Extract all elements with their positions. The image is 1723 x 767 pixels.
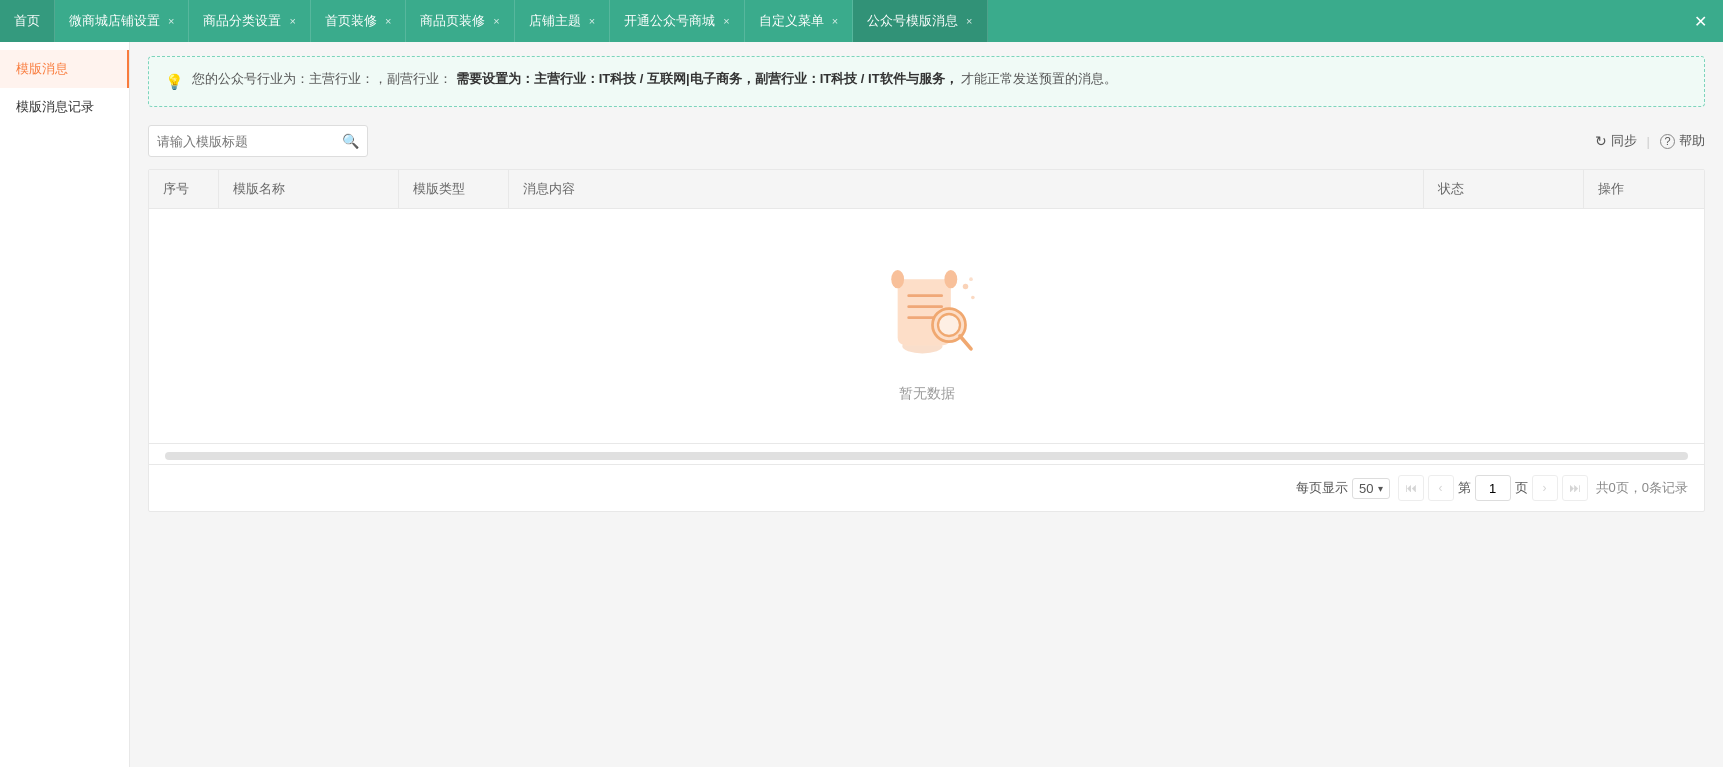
search-toolbar: 🔍 ↻ 同步 | ? 帮助: [148, 125, 1705, 157]
sidebar-item-template-msg-label: 模版消息: [16, 61, 68, 76]
empty-text: 暂无数据: [899, 385, 955, 403]
empty-state: 暂无数据: [149, 209, 1704, 443]
close-tab-theme[interactable]: ×: [589, 15, 595, 27]
page-size-label: 每页显示: [1296, 479, 1348, 497]
page-label: 页: [1515, 479, 1528, 497]
tab-category[interactable]: 商品分类设置 ×: [189, 0, 310, 42]
toolbar-right: ↻ 同步 | ? 帮助: [1595, 132, 1705, 150]
help-circle-icon: ?: [1660, 134, 1675, 149]
close-tab-custom-menu[interactable]: ×: [832, 15, 838, 27]
page-size-select: 每页显示 50 ▾: [1296, 478, 1389, 499]
tab-home-label: 首页: [14, 12, 40, 30]
page-size-dropdown[interactable]: 50 ▾: [1352, 478, 1389, 499]
tab-template-msg[interactable]: 公众号模版消息 ×: [853, 0, 987, 42]
notice-highlight: 需要设置为：主营行业：IT科技 / 互联网|电子商务，副营行业：IT科技 / I…: [456, 71, 958, 86]
tab-home-decor-label: 首页装修: [325, 12, 377, 30]
close-tab-template-msg[interactable]: ×: [966, 15, 972, 27]
pager-first-button[interactable]: ⏮: [1398, 475, 1424, 501]
close-tab-home-decor[interactable]: ×: [385, 15, 391, 27]
search-input[interactable]: [157, 134, 342, 149]
pagination: 每页显示 50 ▾ ⏮ ‹ 第 页 › ⏭: [149, 464, 1704, 511]
svg-point-12: [971, 296, 975, 300]
notice-suffix: 才能正常发送预置的消息。: [961, 71, 1117, 86]
close-all-icon: ✕: [1694, 12, 1707, 31]
main-content: 💡 您的公众号行业为：主营行业：，副营行业： 需要设置为：主营行业：IT科技 /…: [130, 42, 1723, 767]
notice-box: 💡 您的公众号行业为：主营行业：，副营行业： 需要设置为：主营行业：IT科技 /…: [148, 56, 1705, 107]
tab-custom-menu-label: 自定义菜单: [759, 12, 824, 30]
svg-point-3: [944, 270, 957, 288]
tab-category-label: 商品分类设置: [203, 12, 281, 30]
page-size-value: 50: [1359, 481, 1373, 496]
horizontal-scrollbar[interactable]: [165, 452, 1688, 460]
pager: ⏮ ‹ 第 页 › ⏭: [1398, 475, 1588, 501]
tab-home-decor[interactable]: 首页装修 ×: [311, 0, 406, 42]
pager-prev-button[interactable]: ‹: [1428, 475, 1454, 501]
svg-line-10: [960, 336, 971, 349]
col-index: 序号: [149, 170, 219, 208]
body-layout: 模版消息 模版消息记录 💡 您的公众号行业为：主营行业：，副营行业： 需要设置为…: [0, 42, 1723, 767]
col-template-type: 模版类型: [399, 170, 509, 208]
chevron-down-icon: ▾: [1378, 483, 1383, 494]
tab-open-mall[interactable]: 开通公众号商城 ×: [610, 0, 744, 42]
close-tab-product-decor[interactable]: ×: [493, 15, 499, 27]
sidebar-item-template-msg-log-label: 模版消息记录: [16, 99, 94, 114]
scroll-track-wrap: [149, 443, 1704, 464]
help-button[interactable]: ? 帮助: [1660, 132, 1705, 150]
sync-icon: ↻: [1595, 133, 1607, 149]
search-icon[interactable]: 🔍: [342, 133, 359, 149]
table-header: 序号 模版名称 模版类型 消息内容 状态 操作: [149, 170, 1704, 209]
tab-product-decor[interactable]: 商品页装修 ×: [406, 0, 514, 42]
sync-label: 同步: [1611, 132, 1637, 150]
notice-text: 您的公众号行业为：主营行业：，副营行业： 需要设置为：主营行业：IT科技 / 互…: [192, 69, 1117, 90]
tab-shop-settings-label: 微商城店铺设置: [69, 12, 160, 30]
sidebar: 模版消息 模版消息记录: [0, 42, 130, 767]
svg-point-13: [969, 277, 973, 281]
tab-product-decor-label: 商品页装修: [420, 12, 485, 30]
bulb-icon: 💡: [165, 70, 184, 94]
close-tab-open-mall[interactable]: ×: [723, 15, 729, 27]
col-action: 操作: [1584, 170, 1704, 208]
page-number-input[interactable]: [1475, 475, 1511, 501]
col-status: 状态: [1424, 170, 1584, 208]
tab-shop-settings[interactable]: 微商城店铺设置 ×: [55, 0, 189, 42]
top-nav: 首页 微商城店铺设置 × 商品分类设置 × 首页装修 × 商品页装修 × 店铺主…: [0, 0, 1723, 42]
tab-open-mall-label: 开通公众号商城: [624, 12, 715, 30]
tab-theme[interactable]: 店铺主题 ×: [515, 0, 610, 42]
total-text: 共0页，0条记录: [1596, 479, 1688, 497]
page-input-wrap: 第 页: [1458, 475, 1528, 501]
empty-illustration: [872, 259, 982, 369]
tab-home[interactable]: 首页: [0, 0, 55, 42]
sidebar-item-template-msg[interactable]: 模版消息: [0, 50, 129, 88]
sync-button[interactable]: ↻ 同步: [1595, 132, 1637, 150]
tab-template-msg-label: 公众号模版消息: [867, 12, 958, 30]
svg-point-11: [962, 284, 968, 290]
page-di-label: 第: [1458, 479, 1471, 497]
pager-next-button[interactable]: ›: [1532, 475, 1558, 501]
notice-prefix: 您的公众号行业为：主营行业：，副营行业：: [192, 71, 452, 86]
col-template-name: 模版名称: [219, 170, 399, 208]
col-msg-content: 消息内容: [509, 170, 1424, 208]
data-table: 序号 模版名称 模版类型 消息内容 状态 操作: [148, 169, 1705, 512]
svg-point-2: [891, 270, 904, 288]
help-label: 帮助: [1679, 132, 1705, 150]
pipe-divider: |: [1647, 134, 1650, 149]
close-tab-category[interactable]: ×: [289, 15, 295, 27]
search-input-wrap[interactable]: 🔍: [148, 125, 368, 157]
tab-theme-label: 店铺主题: [529, 12, 581, 30]
tab-custom-menu[interactable]: 自定义菜单 ×: [745, 0, 853, 42]
sidebar-item-template-msg-log[interactable]: 模版消息记录: [0, 88, 129, 126]
close-tab-shop-settings[interactable]: ×: [168, 15, 174, 27]
close-all-button[interactable]: ✕: [1678, 0, 1723, 42]
pager-last-button[interactable]: ⏭: [1562, 475, 1588, 501]
